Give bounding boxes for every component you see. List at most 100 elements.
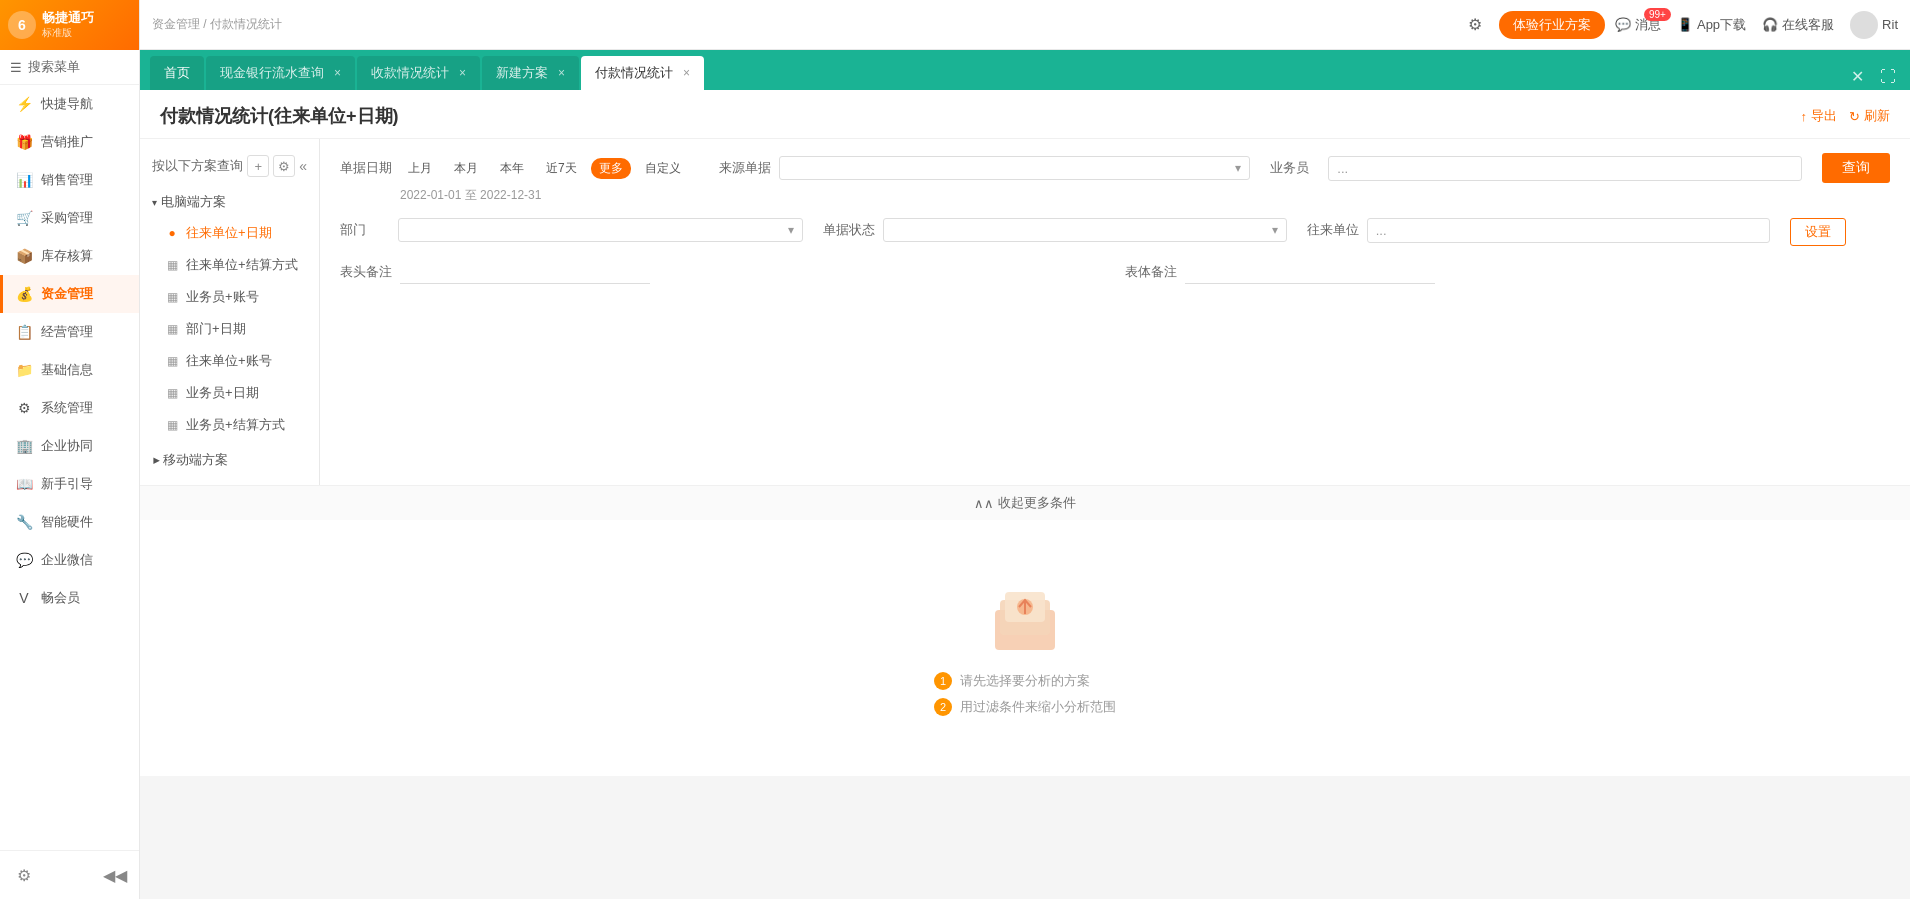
message-button[interactable]: 💬 消息 99+ (1615, 16, 1661, 34)
scheme-item-往来单位+结算方式[interactable]: ▦往来单位+结算方式 (140, 249, 319, 281)
scheme-item-label: 业务员+账号 (186, 288, 259, 306)
tab-label-payment-stats: 付款情况统计 (595, 64, 673, 82)
salesman-label: 业务员 (1270, 159, 1320, 177)
sidebar-item-hardware[interactable]: 🔧智能硬件 (0, 503, 139, 541)
nav-icon-finance: 💰 (15, 285, 33, 303)
search-menu[interactable]: ☰ 搜索菜单 (0, 50, 139, 85)
scheme-item-往来单位+日期[interactable]: ●往来单位+日期 (140, 217, 319, 249)
sidebar-item-member[interactable]: V畅会员 (0, 579, 139, 617)
nav-label-enterprise: 企业协同 (41, 437, 93, 455)
tip-num-1: 1 (934, 672, 952, 690)
scheme-item-label: 往来单位+账号 (186, 352, 272, 370)
sidebar-item-basic[interactable]: 📁基础信息 (0, 351, 139, 389)
scheme-header-label: 按以下方案查询 (152, 157, 243, 175)
query-button[interactable]: 查询 (1822, 153, 1890, 183)
tab-payment-stats[interactable]: 付款情况统计 × (581, 56, 704, 90)
sidebar-item-guide[interactable]: 📖新手引导 (0, 465, 139, 503)
nav-label-inventory: 库存核算 (41, 247, 93, 265)
date-option-自定义[interactable]: 自定义 (637, 158, 689, 179)
source-field: 来源单据 ▾ (719, 156, 1251, 180)
nav-icon-marketing: 🎁 (15, 133, 33, 151)
tab-new-scheme[interactable]: 新建方案 × (482, 56, 579, 90)
tab-close-new-scheme[interactable]: × (558, 66, 565, 80)
dept-chevron-icon: ▾ (788, 223, 794, 237)
scheme-header: 按以下方案查询 + ⚙ « (140, 149, 319, 183)
mobile-scheme-group-title[interactable]: ▾ 移动端方案 (140, 445, 319, 475)
tab-home[interactable]: 首页 (150, 56, 204, 90)
sidebar-item-purchase[interactable]: 🛒采购管理 (0, 199, 139, 237)
sidebar-item-system[interactable]: ⚙系统管理 (0, 389, 139, 427)
tab-close-payment-stats[interactable]: × (683, 66, 690, 80)
sidebar-item-wechat[interactable]: 💬企业微信 (0, 541, 139, 579)
nav-icon-quick-nav: ⚡ (15, 95, 33, 113)
filter-row-2: 部门 ▾ 单据状态 ▾ (340, 214, 1890, 246)
sidebar-item-inventory[interactable]: 📦库存核算 (0, 237, 139, 275)
collapse-bar[interactable]: ∧∧ 收起更多条件 (140, 485, 1910, 520)
tab-close-cash-flow[interactable]: × (334, 66, 341, 80)
counterpart-select[interactable]: ... (1367, 218, 1770, 243)
scheme-item-往来单位+账号[interactable]: ▦往来单位+账号 (140, 345, 319, 377)
export-label: 导出 (1811, 107, 1837, 125)
tab-close-receipt-stats[interactable]: × (459, 66, 466, 80)
tab-label-new-scheme: 新建方案 (496, 64, 548, 82)
header-note-label: 表头备注 (340, 263, 392, 281)
refresh-button[interactable]: ↻ 刷新 (1849, 107, 1890, 125)
scheme-sidebar: 按以下方案查询 + ⚙ « ▾电脑端方案●往来单位+日期▦往来单位+结算方式▦业… (140, 139, 320, 485)
date-option-本月[interactable]: 本月 (446, 158, 486, 179)
date-option-本年[interactable]: 本年 (492, 158, 532, 179)
settings-icon[interactable]: ⚙ (10, 861, 38, 889)
salesman-field: 业务员 ... (1270, 156, 1802, 181)
source-select[interactable]: ▾ (779, 156, 1251, 180)
breadcrumb: 资金管理 / 付款情况统计 (152, 16, 1451, 33)
tab-label-cash-flow: 现金银行流水查询 (220, 64, 324, 82)
scheme-item-业务员+账号[interactable]: ▦业务员+账号 (140, 281, 319, 313)
scheme-item-label: 业务员+结算方式 (186, 416, 285, 434)
maximize-icon[interactable]: ⛶ (1876, 64, 1900, 90)
app-download-button[interactable]: 📱 App下载 (1677, 16, 1746, 34)
avatar (1850, 11, 1878, 39)
export-button[interactable]: ↑ 导出 (1801, 107, 1838, 125)
date-option-上月[interactable]: 上月 (400, 158, 440, 179)
sidebar-item-operation[interactable]: 📋经营管理 (0, 313, 139, 351)
date-option-更多[interactable]: 更多 (591, 158, 631, 179)
scheme-item-业务员+日期[interactable]: ▦业务员+日期 (140, 377, 319, 409)
scheme-item-label: 业务员+日期 (186, 384, 259, 402)
scheme-item-业务员+结算方式[interactable]: ▦业务员+结算方式 (140, 409, 319, 441)
sidebar-item-sales[interactable]: 📊销售管理 (0, 161, 139, 199)
collapse-scheme-icon[interactable]: « (299, 158, 307, 174)
salesman-select[interactable]: ... (1328, 156, 1802, 181)
desktop-scheme-group-title[interactable]: ▾电脑端方案 (140, 187, 319, 217)
doc-status-select[interactable]: ▾ (883, 218, 1286, 242)
collapse-sidebar-icon[interactable]: ◀◀ (101, 861, 129, 889)
filter-row-3: 表头备注 表体备注 (340, 260, 1890, 284)
body-note-input[interactable] (1185, 260, 1435, 284)
doc-status-chevron-icon: ▾ (1272, 223, 1278, 237)
service-button[interactable]: 🎧 在线客服 (1762, 16, 1834, 34)
dept-select[interactable]: ▾ (398, 218, 803, 242)
scheme-item-部门+日期[interactable]: ▦部门+日期 (140, 313, 319, 345)
sidebar-item-quick-nav[interactable]: ⚡ 快捷导航 (0, 85, 139, 123)
trial-button[interactable]: 体验行业方案 (1499, 11, 1605, 39)
scheme-item-label: 往来单位+日期 (186, 224, 272, 242)
close-all-tabs-icon[interactable]: ✕ (1847, 63, 1868, 90)
tab-cash-flow[interactable]: 现金银行流水查询 × (206, 56, 355, 90)
header-gear-icon[interactable]: ⚙ (1461, 11, 1489, 39)
nav-icon-basic: 📁 (15, 361, 33, 379)
scheme-item-label: 往来单位+结算方式 (186, 256, 298, 274)
add-scheme-button[interactable]: + (247, 155, 269, 177)
sidebar-item-finance[interactable]: 💰资金管理 (0, 275, 139, 313)
sidebar-item-marketing[interactable]: 🎁营销推广 (0, 123, 139, 161)
sidebar-item-enterprise[interactable]: 🏢企业协同 (0, 427, 139, 465)
scheme-settings-button[interactable]: ⚙ (273, 155, 295, 177)
message-icon: 💬 (1615, 17, 1631, 32)
tab-receipt-stats[interactable]: 收款情况统计× (357, 56, 480, 90)
user-menu[interactable]: Rit (1850, 11, 1898, 39)
header-note-input[interactable] (400, 260, 650, 284)
scheme-icon: ▦ (164, 321, 180, 337)
service-label: 在线客服 (1782, 16, 1834, 34)
date-option-近7天[interactable]: 近7天 (538, 158, 585, 179)
dept-field: 部门 ▾ (340, 218, 803, 242)
nav-label-quick-nav: 快捷导航 (41, 95, 93, 113)
settings-button[interactable]: 设置 (1790, 218, 1846, 246)
page-header: 付款情况统计(往来单位+日期) ↑ 导出 ↻ 刷新 (140, 90, 1910, 139)
